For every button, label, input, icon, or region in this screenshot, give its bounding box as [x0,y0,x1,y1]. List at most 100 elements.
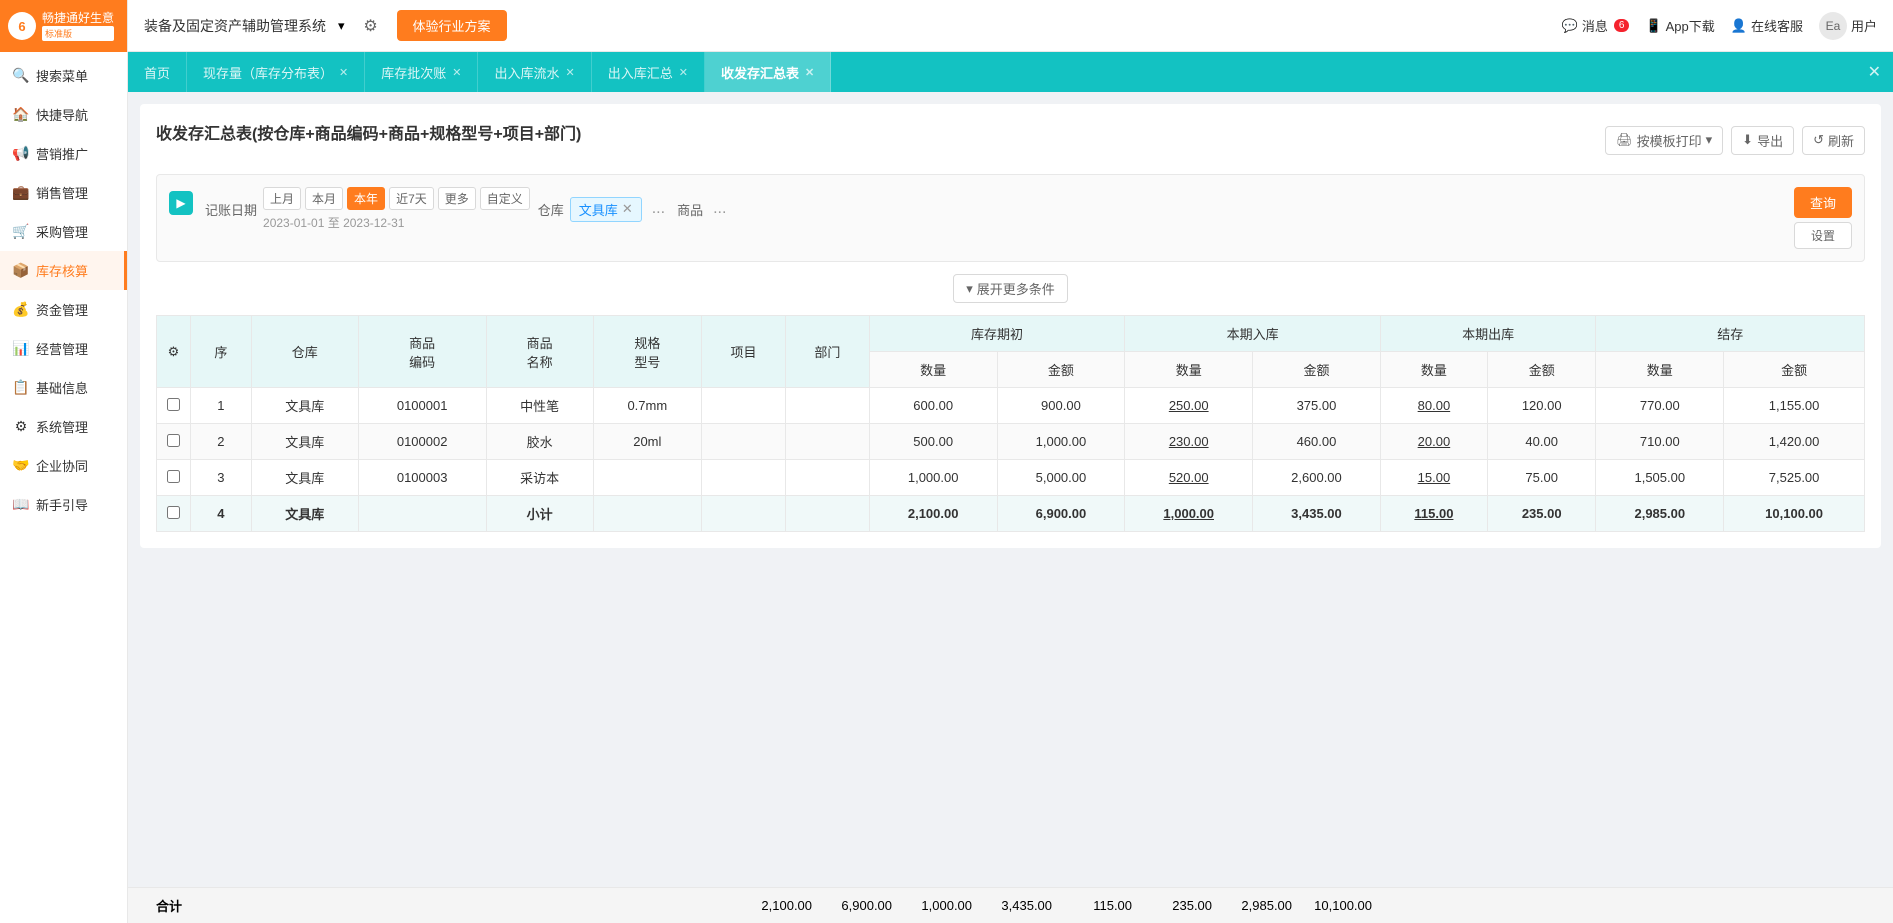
messages-action[interactable]: 💬 消息 6 [1562,16,1630,35]
online-service-action[interactable]: 👤 在线客服 [1731,16,1803,35]
table-header-out-qty: 数量 [1380,352,1487,388]
app-download-action[interactable]: 📱 App下载 [1645,16,1714,35]
row-out-qty[interactable]: 115.00 [1380,496,1487,532]
row-in-qty[interactable]: 230.00 [1125,424,1253,460]
tab-home[interactable]: 首页 [128,52,187,92]
row-checkbox[interactable] [157,388,191,424]
tab-close-inout-flow[interactable]: ✕ [566,66,575,79]
table-row: 4 文具库 小计 2,100.00 6,900.00 1,000.00 3,43… [157,496,1865,532]
row-checkbox[interactable] [157,460,191,496]
download-icon: 📱 [1645,18,1661,34]
warehouse-tag-close[interactable]: ✕ [622,201,633,217]
row-opening-qty: 600.00 [869,388,997,424]
tab-receipt-summary[interactable]: 收发存汇总表 ✕ [705,52,831,92]
tab-bar: 首页 现存量（库存分布表） ✕ 库存批次账 ✕ 出入库流水 ✕ 出入库汇总 ✕ … [128,52,1893,92]
row-opening-qty: 2,100.00 [869,496,997,532]
settings-icon[interactable]: ⚙ [357,12,385,40]
tab-close-batch[interactable]: ✕ [452,66,461,79]
sidebar-item-sales[interactable]: 💼 销售管理 [0,173,127,212]
row-num: 3 [191,460,252,496]
table-header-out-amt: 金额 [1487,352,1595,388]
row-checkbox[interactable] [157,496,191,532]
row-in-qty[interactable]: 520.00 [1125,460,1253,496]
page-title: 收发存汇总表(按仓库+商品编码+商品+规格型号+项目+部门) [156,120,581,144]
tab-inout-summary[interactable]: 出入库汇总 ✕ [592,52,705,92]
top-header: 装备及固定资产辅助管理系统 ▾ ⚙ 体验行业方案 💬 消息 6 📱 App下载 … [128,0,1893,52]
table-header-opening-qty: 数量 [869,352,997,388]
row-code: 0100001 [358,388,486,424]
row-out-qty[interactable]: 80.00 [1380,388,1487,424]
sidebar-item-enterprise[interactable]: 🤝 企业协同 [0,446,127,485]
sidebar-item-search[interactable]: 🔍 搜索菜单 [0,56,127,95]
table-header-dept: 部门 [785,316,869,388]
table-header-balance-qty: 数量 [1596,352,1724,388]
refresh-icon: ↺ [1813,132,1824,148]
header-left: 装备及固定资产辅助管理系统 ▾ ⚙ 体验行业方案 [144,10,507,41]
table-header-project: 项目 [702,316,786,388]
tab-bar-close-btn[interactable]: ✕ [1856,62,1893,82]
row-project [702,496,786,532]
date-7days[interactable]: 近7天 [389,187,434,210]
warehouse-more-dots[interactable]: ... [648,200,669,218]
tab-close-receipt-summary[interactable]: ✕ [805,66,814,79]
table-header-out: 本期出库 [1380,316,1596,352]
sidebar-item-purchase[interactable]: 🛒 采购管理 [0,212,127,251]
row-in-qty[interactable]: 1,000.00 [1125,496,1253,532]
row-code [358,496,486,532]
print-button[interactable]: 🖨 按模板打印 ▾ [1605,126,1723,155]
row-out-qty[interactable]: 15.00 [1380,460,1487,496]
tab-close-inventory-dist[interactable]: ✕ [339,66,348,79]
date-this-month[interactable]: 本月 [305,187,343,210]
sidebar-item-marketing[interactable]: 📢 营销推广 [0,134,127,173]
home-icon: 🏠 [12,106,30,124]
sidebar-item-finance[interactable]: 💰 资金管理 [0,290,127,329]
export-button[interactable]: ⬇ 导出 [1731,126,1794,155]
row-checkbox[interactable] [157,424,191,460]
row-product: 中性笔 [486,388,593,424]
logo-icon: 6 [8,12,36,40]
sidebar-item-system[interactable]: ⚙ 系统管理 [0,407,127,446]
user-action[interactable]: Ea 用户 [1819,12,1877,40]
product-more-dots[interactable]: ... [709,200,730,218]
row-in-amt: 460.00 [1253,424,1381,460]
row-balance-qty: 770.00 [1596,388,1724,424]
tab-close-inout-summary[interactable]: ✕ [679,66,688,79]
row-num: 1 [191,388,252,424]
sidebar-item-operations[interactable]: 📊 经营管理 [0,329,127,368]
date-custom[interactable]: 自定义 [480,187,530,210]
row-warehouse: 文具库 [251,496,358,532]
sidebar-item-guide[interactable]: 📖 新手引导 [0,485,127,524]
date-this-year[interactable]: 本年 [347,187,385,210]
row-num: 4 [191,496,252,532]
row-code: 0100003 [358,460,486,496]
row-balance-qty: 1,505.00 [1596,460,1724,496]
refresh-button[interactable]: ↺ 刷新 [1802,126,1865,155]
row-balance-amt: 10,100.00 [1724,496,1865,532]
table-header-warehouse: 仓库 [251,316,358,388]
row-warehouse: 文具库 [251,424,358,460]
filter-toggle-button[interactable]: ▶ [169,191,193,215]
experience-button[interactable]: 体验行业方案 [397,10,507,41]
row-opening-amt: 5,000.00 [997,460,1125,496]
expand-conditions-button[interactable]: ▾ 展开更多条件 [953,274,1068,303]
footer-balance-qty: 2,985.00 [1212,898,1292,913]
row-in-amt: 3,435.00 [1253,496,1381,532]
table-settings-header[interactable]: ⚙ [157,316,191,388]
sidebar-item-quicknav[interactable]: 🏠 快捷导航 [0,95,127,134]
system-dropdown[interactable]: ▾ [338,18,345,34]
row-opening-amt: 1,000.00 [997,424,1125,460]
query-button[interactable]: 查询 [1794,187,1852,218]
tab-batch[interactable]: 库存批次账 ✕ [365,52,478,92]
warehouse-tag[interactable]: 文具库 ✕ [570,197,642,222]
row-out-qty[interactable]: 20.00 [1380,424,1487,460]
sidebar-item-inventory[interactable]: 📦 库存核算 [0,251,127,290]
date-more[interactable]: 更多 [438,187,476,210]
setting-button[interactable]: 设置 [1794,222,1852,249]
row-product: 采访本 [486,460,593,496]
warehouse-filter-field: 仓库 文具库 ✕ ... [538,197,669,222]
tab-inventory-dist[interactable]: 现存量（库存分布表） ✕ [187,52,365,92]
tab-inout-flow[interactable]: 出入库流水 ✕ [478,52,591,92]
date-last-month[interactable]: 上月 [263,187,301,210]
sidebar-item-basic[interactable]: 📋 基础信息 [0,368,127,407]
row-in-qty[interactable]: 250.00 [1125,388,1253,424]
